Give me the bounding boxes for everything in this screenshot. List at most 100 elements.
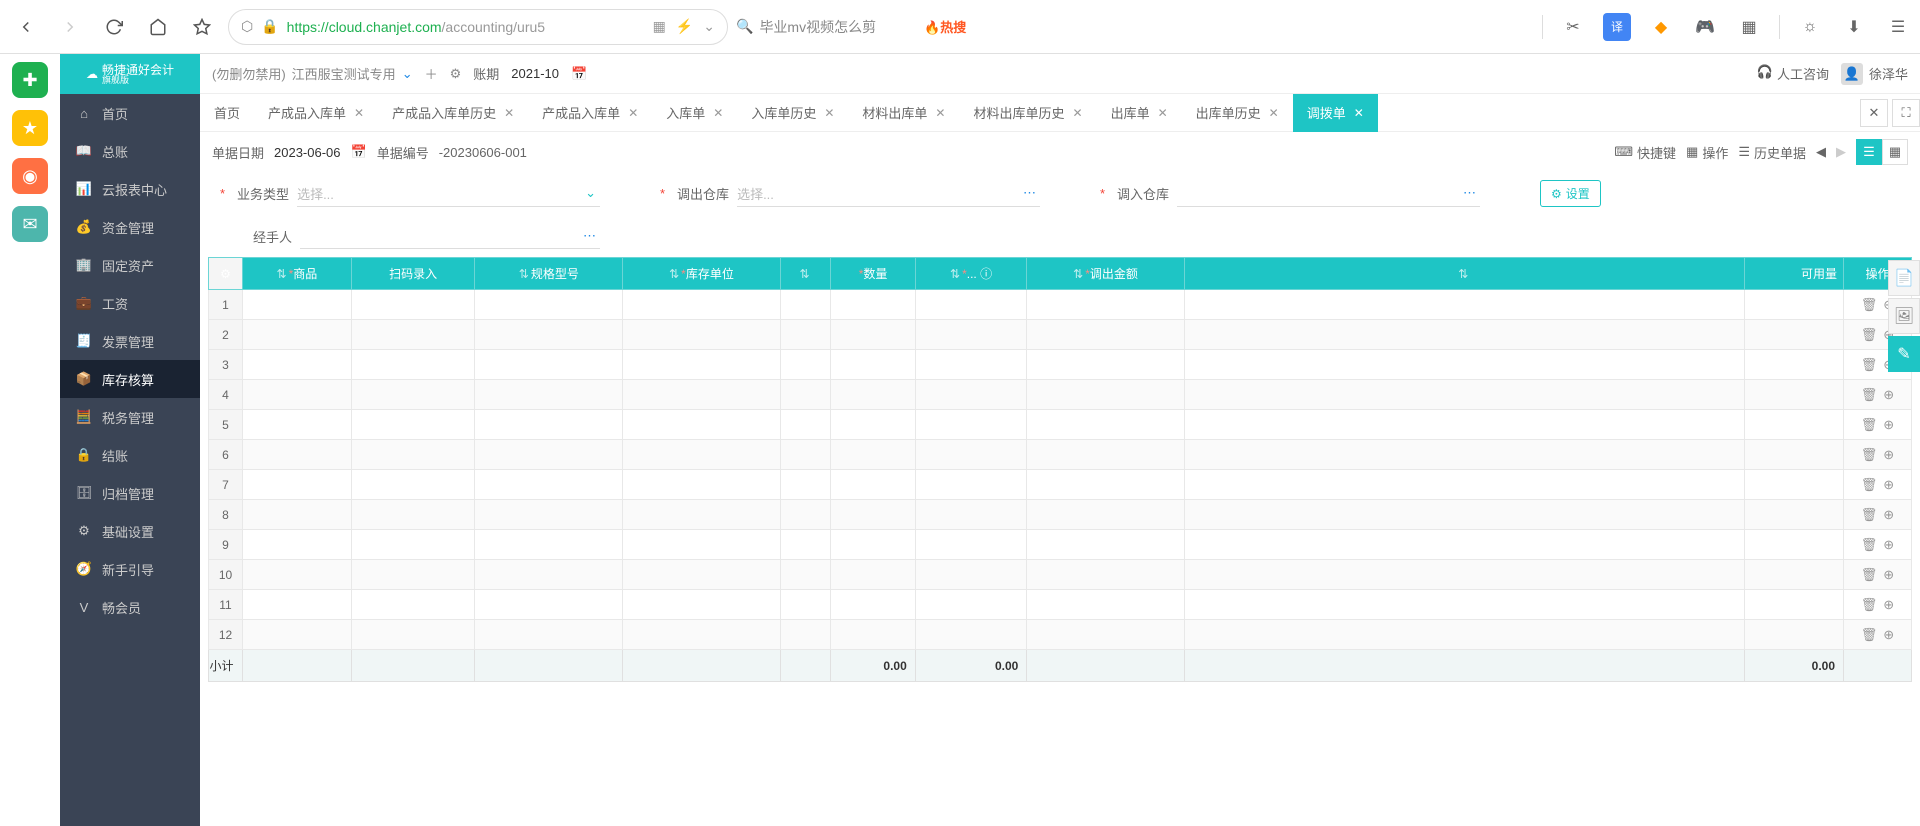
cell[interactable] [1744, 440, 1843, 470]
sidebar-item-0[interactable]: ⌂首页 [60, 94, 200, 132]
cell[interactable] [780, 440, 831, 470]
close-icon[interactable]: ✕ [824, 106, 834, 120]
browser-search[interactable]: 🔍 毕业mv视频怎么剪 [736, 17, 916, 37]
sidebar-item-6[interactable]: 🧾发票管理 [60, 322, 200, 360]
delete-icon[interactable]: 🗑 [1861, 447, 1878, 462]
hot-search-badge[interactable]: 🔥热搜 [924, 17, 966, 36]
col-blank1[interactable]: ⇅ [780, 258, 831, 290]
calendar-icon[interactable]: 📅 [351, 144, 367, 160]
delete-icon[interactable]: 🗑 [1861, 387, 1878, 402]
cell[interactable] [1184, 530, 1744, 560]
user-menu[interactable]: 👤 徐泽华 [1841, 63, 1908, 85]
cell[interactable] [1027, 620, 1184, 650]
cell[interactable] [1744, 320, 1843, 350]
cell[interactable] [1027, 590, 1184, 620]
game-icon[interactable]: 🎮 [1691, 13, 1719, 41]
sidebar-item-9[interactable]: 🔒结账 [60, 436, 200, 474]
wallet-icon[interactable]: ◆ [1647, 13, 1675, 41]
table-row[interactable]: 6🗑⊕ [209, 440, 1912, 470]
tab-1[interactable]: 产成品入库单✕ [254, 94, 378, 132]
delete-icon[interactable]: 🗑 [1861, 327, 1878, 342]
copy-icon[interactable]: ⊕ [1883, 567, 1894, 582]
scissors-icon[interactable]: ✂ [1559, 13, 1587, 41]
tab-5[interactable]: 入库单历史✕ [737, 94, 848, 132]
cell[interactable] [351, 320, 475, 350]
cell[interactable] [475, 470, 623, 500]
cell[interactable] [475, 410, 623, 440]
close-icon[interactable]: ✕ [1073, 106, 1083, 120]
close-icon[interactable]: ✕ [1269, 106, 1279, 120]
cell[interactable] [475, 350, 623, 380]
help-icon[interactable]: ⓘ [980, 267, 992, 281]
cell[interactable] [243, 530, 352, 560]
cell[interactable] [351, 560, 475, 590]
close-icon[interactable]: ✕ [628, 106, 638, 120]
cell[interactable] [475, 380, 623, 410]
tab-9[interactable]: 出库单历史✕ [1182, 94, 1293, 132]
col-product[interactable]: ⇅*商品 [243, 258, 352, 290]
tab-8[interactable]: 出库单✕ [1097, 94, 1182, 132]
next-doc-button[interactable]: ▶ [1836, 144, 1846, 160]
col-scan[interactable]: 扫码录入 [351, 258, 475, 290]
rail-app-icon-3[interactable]: ◉ [12, 158, 48, 194]
delete-icon[interactable]: 🗑 [1861, 567, 1878, 582]
cell[interactable] [351, 500, 475, 530]
table-row[interactable]: 9🗑⊕ [209, 530, 1912, 560]
cell[interactable] [780, 620, 831, 650]
cell[interactable] [915, 590, 1027, 620]
cell[interactable] [1744, 590, 1843, 620]
cell[interactable] [243, 560, 352, 590]
sidebar-item-12[interactable]: 🧭新手引导 [60, 550, 200, 588]
operate-link[interactable]: ▦操作 [1686, 143, 1728, 162]
cell[interactable] [1027, 530, 1184, 560]
col-spec[interactable]: ⇅规格型号 [475, 258, 623, 290]
delete-icon[interactable]: 🗑 [1861, 477, 1878, 492]
gear-icon[interactable]: ⚙ [450, 66, 462, 82]
close-icon[interactable]: ✕ [713, 106, 723, 120]
rail-help-icon[interactable]: 🖼 [1888, 298, 1920, 334]
cell[interactable] [915, 410, 1027, 440]
cell[interactable] [623, 620, 780, 650]
cell[interactable] [831, 410, 915, 440]
cell[interactable] [1744, 380, 1843, 410]
cell[interactable] [1184, 500, 1744, 530]
cell[interactable] [623, 470, 780, 500]
reload-icon[interactable] [96, 9, 132, 45]
cell[interactable] [623, 500, 780, 530]
sidebar-item-5[interactable]: 💼工资 [60, 284, 200, 322]
table-row[interactable]: 8🗑⊕ [209, 500, 1912, 530]
cell[interactable] [475, 620, 623, 650]
col-qty[interactable]: *数量 [831, 258, 915, 290]
delete-icon[interactable]: 🗑 [1861, 597, 1878, 612]
cell[interactable] [1184, 350, 1744, 380]
cell[interactable] [475, 500, 623, 530]
cell[interactable] [1184, 590, 1744, 620]
tab-10[interactable]: 调拨单✕ [1293, 94, 1378, 132]
cell[interactable] [780, 500, 831, 530]
cell[interactable] [915, 380, 1027, 410]
cell[interactable] [623, 560, 780, 590]
col-blank2[interactable]: ⇅ [1184, 258, 1744, 290]
table-row[interactable]: 11🗑⊕ [209, 590, 1912, 620]
star-icon[interactable] [184, 9, 220, 45]
sidebar-item-7[interactable]: 📦库存核算 [60, 360, 200, 398]
cell[interactable] [831, 470, 915, 500]
cell[interactable] [623, 320, 780, 350]
copy-icon[interactable]: ⊕ [1883, 477, 1894, 492]
brightness-icon[interactable]: ☼ [1796, 13, 1824, 41]
qr-icon[interactable]: ▦ [653, 18, 666, 35]
cell[interactable] [915, 620, 1027, 650]
tab-0[interactable]: 首页 [200, 94, 254, 132]
tab-2[interactable]: 产成品入库单历史✕ [378, 94, 528, 132]
cell[interactable] [1744, 470, 1843, 500]
cell[interactable] [1744, 410, 1843, 440]
more-icon[interactable]: ⋯ [1463, 185, 1476, 201]
cell[interactable] [831, 320, 915, 350]
cell[interactable] [1744, 530, 1843, 560]
menu-icon[interactable]: ☰ [1884, 13, 1912, 41]
sidebar-item-10[interactable]: 🗄归档管理 [60, 474, 200, 512]
table-row[interactable]: 12🗑⊕ [209, 620, 1912, 650]
copy-icon[interactable]: ⊕ [1883, 507, 1894, 522]
cell[interactable] [915, 320, 1027, 350]
flash-icon[interactable]: ⚡ [676, 18, 693, 35]
